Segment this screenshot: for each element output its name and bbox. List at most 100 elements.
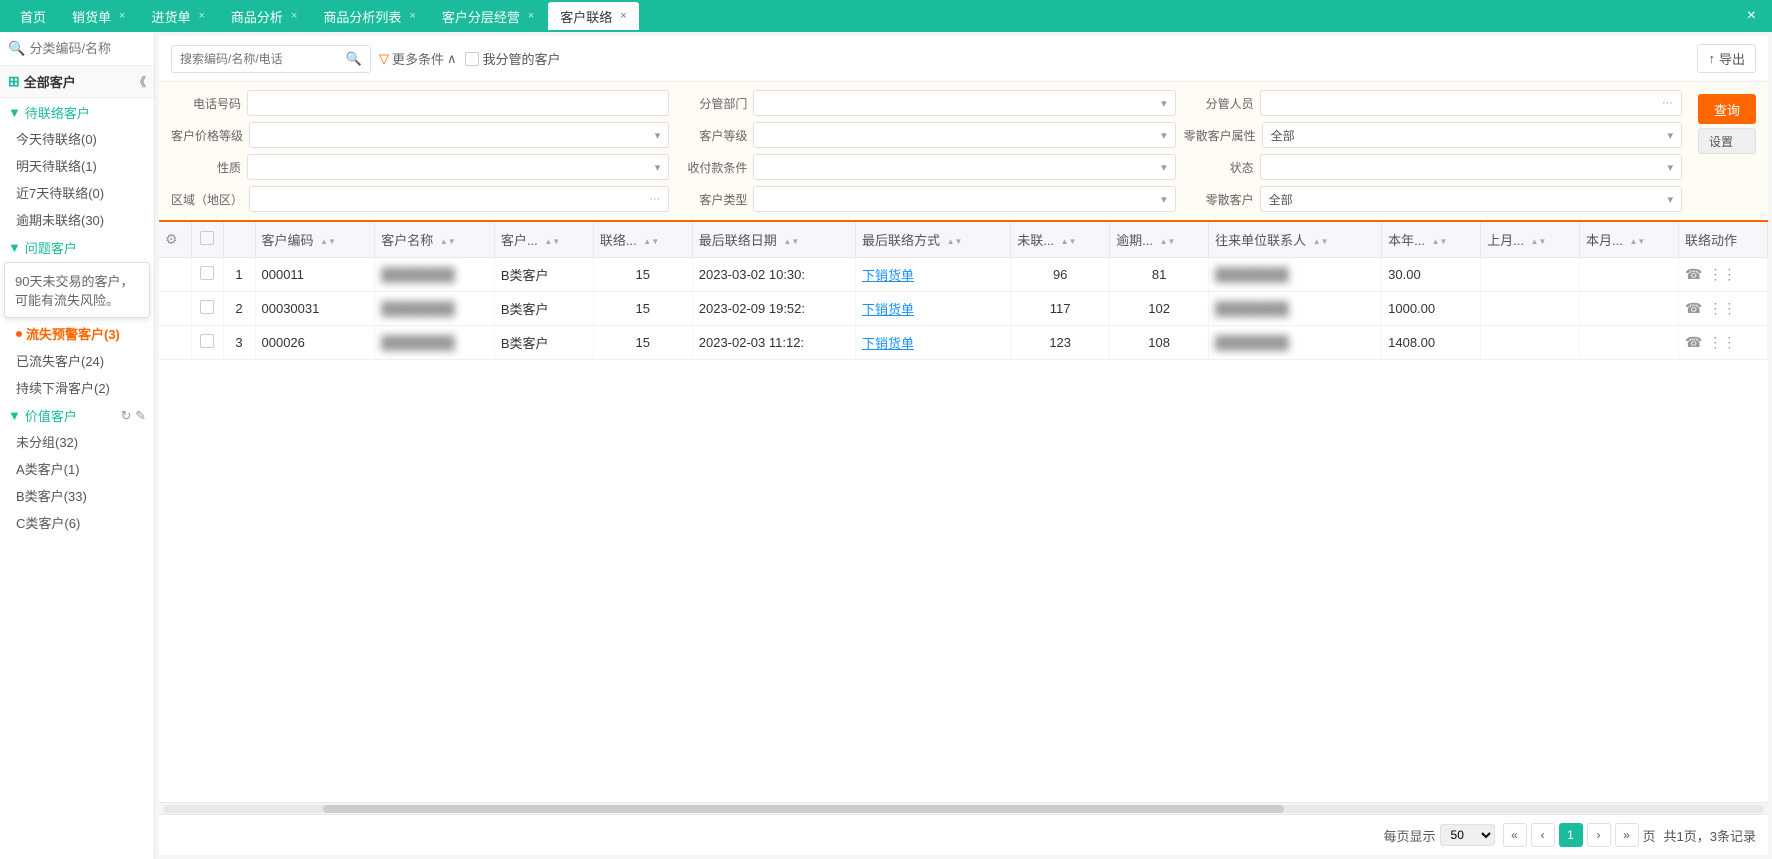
th-contact-person[interactable]: 往来单位联系人 ▲▼	[1209, 222, 1382, 258]
horizontal-scrollbar[interactable]	[159, 802, 1768, 814]
th-overdue[interactable]: 逾期... ▲▼	[1110, 222, 1209, 258]
th-code[interactable]: 客户编码 ▲▼	[255, 222, 375, 258]
more-conditions-btn[interactable]: ▽ 更多条件 ∧	[379, 49, 457, 68]
sidebar-item-class-c[interactable]: C类客户(6)	[0, 509, 154, 536]
sidebar-item-class-b[interactable]: B类客户(33)	[0, 482, 154, 509]
next-page-btn[interactable]: ›	[1587, 823, 1611, 847]
export-btn[interactable]: ↑ 导出	[1697, 44, 1756, 73]
th-settings[interactable]: ⚙	[159, 222, 191, 258]
row-checkbox-2[interactable]	[200, 334, 214, 348]
td-checkbox-0[interactable]	[191, 258, 223, 292]
th-contact[interactable]: 联络... ▲▼	[593, 222, 692, 258]
prev-page-btn[interactable]: ‹	[1531, 823, 1555, 847]
th-code-label: 客户编码	[262, 233, 314, 248]
filter-search-input[interactable]	[180, 52, 342, 66]
tab-sales[interactable]: 销货单 ×	[60, 2, 137, 30]
filter-scatter-attr-select[interactable]: 全部 ▾	[1262, 122, 1682, 148]
tab-analysis-close[interactable]: ×	[291, 10, 297, 22]
group-value-customers[interactable]: ▼ 价值客户 ↻ ✎	[0, 401, 154, 428]
sidebar-item-churned[interactable]: 已流失客户(24)	[0, 347, 154, 374]
th-last-type[interactable]: 最后联络方式 ▲▼	[855, 222, 1010, 258]
filter-payment-select[interactable]: ▾	[753, 154, 1175, 180]
tab-analysis-list[interactable]: 商品分析列表 ×	[311, 2, 427, 30]
tab-customer-tier[interactable]: 客户分层经营 ×	[430, 2, 546, 30]
td-action-2: ☎ ⋮⋮	[1678, 326, 1767, 360]
row-checkbox-1[interactable]	[200, 300, 214, 314]
last-type-link-1[interactable]: 下销货单	[862, 302, 914, 317]
td-last-type-1[interactable]: 下销货单	[855, 292, 1010, 326]
th-uncontacted[interactable]: 未联... ▲▼	[1011, 222, 1110, 258]
header-checkbox[interactable]	[200, 231, 214, 245]
td-last-type-0[interactable]: 下销货单	[855, 258, 1010, 292]
tab-customer-contact-close[interactable]: ×	[620, 10, 626, 22]
th-this-month[interactable]: 本月... ▲▼	[1580, 222, 1679, 258]
td-last-type-2[interactable]: 下销货单	[855, 326, 1010, 360]
sidebar-item-class-a[interactable]: A类客户(1)	[0, 455, 154, 482]
filter-phone-input[interactable]	[247, 90, 669, 116]
tab-analysis-list-close[interactable]: ×	[409, 10, 415, 22]
group-pending-contact[interactable]: ▼ 待联络客户	[0, 98, 154, 125]
action-contact-2[interactable]: ☎	[1685, 334, 1702, 351]
tab-sales-close[interactable]: ×	[119, 10, 125, 22]
sort-contact-person: ▲▼	[1313, 237, 1329, 246]
scrollbar-thumb[interactable]	[323, 805, 1284, 813]
table-settings-icon[interactable]: ⚙	[165, 231, 178, 247]
close-all-btn[interactable]: ×	[1739, 7, 1764, 25]
th-last-date[interactable]: 最后联络日期 ▲▼	[692, 222, 855, 258]
last-type-link-2[interactable]: 下销货单	[862, 336, 914, 351]
td-num-0: 1	[223, 258, 255, 292]
last-page-btn[interactable]: »	[1615, 823, 1639, 847]
action-contact-0[interactable]: ☎	[1685, 266, 1702, 283]
filter-region-select[interactable]: ···	[249, 186, 669, 212]
filter-nature-select[interactable]: ▾	[247, 154, 669, 180]
my-customers-checkbox[interactable]	[465, 52, 479, 66]
sidebar-search-container: 🔍	[0, 32, 154, 66]
action-contact-1[interactable]: ☎	[1685, 300, 1702, 317]
tab-customer-tier-close[interactable]: ×	[528, 10, 534, 22]
all-customers-header[interactable]: ⊞ 全部客户 《	[0, 66, 154, 98]
th-checkbox[interactable]	[191, 222, 223, 258]
th-name[interactable]: 客户名称 ▲▼	[375, 222, 495, 258]
sidebar-item-churn-warning[interactable]: 流失预警客户(3)	[0, 320, 154, 347]
filter-phone-label: 电话号码	[171, 95, 241, 112]
group-problem-customers[interactable]: ▼ 问题客户	[0, 233, 154, 260]
tab-analysis[interactable]: 商品分析 ×	[219, 2, 309, 30]
filter-customer-type-select[interactable]: ▾	[753, 186, 1175, 212]
filter-status-select[interactable]: ▾	[1260, 154, 1682, 180]
th-this-year[interactable]: 本年... ▲▼	[1382, 222, 1481, 258]
td-checkbox-1[interactable]	[191, 292, 223, 326]
first-page-btn[interactable]: «	[1503, 823, 1527, 847]
last-type-link-0[interactable]: 下销货单	[862, 268, 914, 283]
tab-customer-contact[interactable]: 客户联络 ×	[548, 2, 638, 30]
tab-home[interactable]: 首页	[8, 2, 58, 30]
sidebar-item-declining[interactable]: 持续下滑客户(2)	[0, 374, 154, 401]
filter-settings-btn[interactable]: 设置	[1698, 128, 1756, 154]
action-more-1[interactable]: ⋮⋮	[1708, 300, 1736, 317]
per-page-select[interactable]: 50 100 200	[1440, 824, 1495, 846]
my-customers-toggle[interactable]: 我分管的客户	[465, 49, 561, 68]
tab-purchase[interactable]: 进货单 ×	[139, 2, 216, 30]
action-more-0[interactable]: ⋮⋮	[1708, 266, 1736, 283]
sidebar-item-overdue[interactable]: 逾期未联络(30)	[0, 206, 154, 233]
filter-price-level-select[interactable]: ▾	[249, 122, 669, 148]
th-type[interactable]: 客户... ▲▼	[494, 222, 593, 258]
sidebar-search-input[interactable]	[29, 41, 146, 56]
sidebar-item-today[interactable]: 今天待联络(0)	[0, 125, 154, 152]
table-row: 3 000026 ████████ B类客户 15 2023-02-03 11:…	[159, 326, 1768, 360]
row-checkbox-0[interactable]	[200, 266, 214, 280]
sidebar-item-tomorrow[interactable]: 明天待联络(1)	[0, 152, 154, 179]
sidebar-item-ungrouped[interactable]: 未分组(32)	[0, 428, 154, 455]
th-last-month[interactable]: 上月... ▲▼	[1481, 222, 1580, 258]
filter-dept-select[interactable]: ▾	[753, 90, 1175, 116]
sidebar-item-7days[interactable]: 近7天待联络(0)	[0, 179, 154, 206]
action-more-2[interactable]: ⋮⋮	[1708, 334, 1736, 351]
filter-customer-level-select[interactable]: ▾	[753, 122, 1175, 148]
td-checkbox-2[interactable]	[191, 326, 223, 360]
scrollbar-track[interactable]	[163, 805, 1764, 813]
query-btn[interactable]: 查询	[1698, 94, 1756, 124]
tab-purchase-close[interactable]: ×	[198, 10, 204, 22]
tab-sales-label: 销货单	[72, 7, 111, 26]
filter-scatter-select[interactable]: 全部 ▾	[1260, 186, 1682, 212]
filter-search-btn[interactable]: 🔍	[346, 51, 362, 67]
filter-person-select[interactable]: ···	[1260, 90, 1682, 116]
